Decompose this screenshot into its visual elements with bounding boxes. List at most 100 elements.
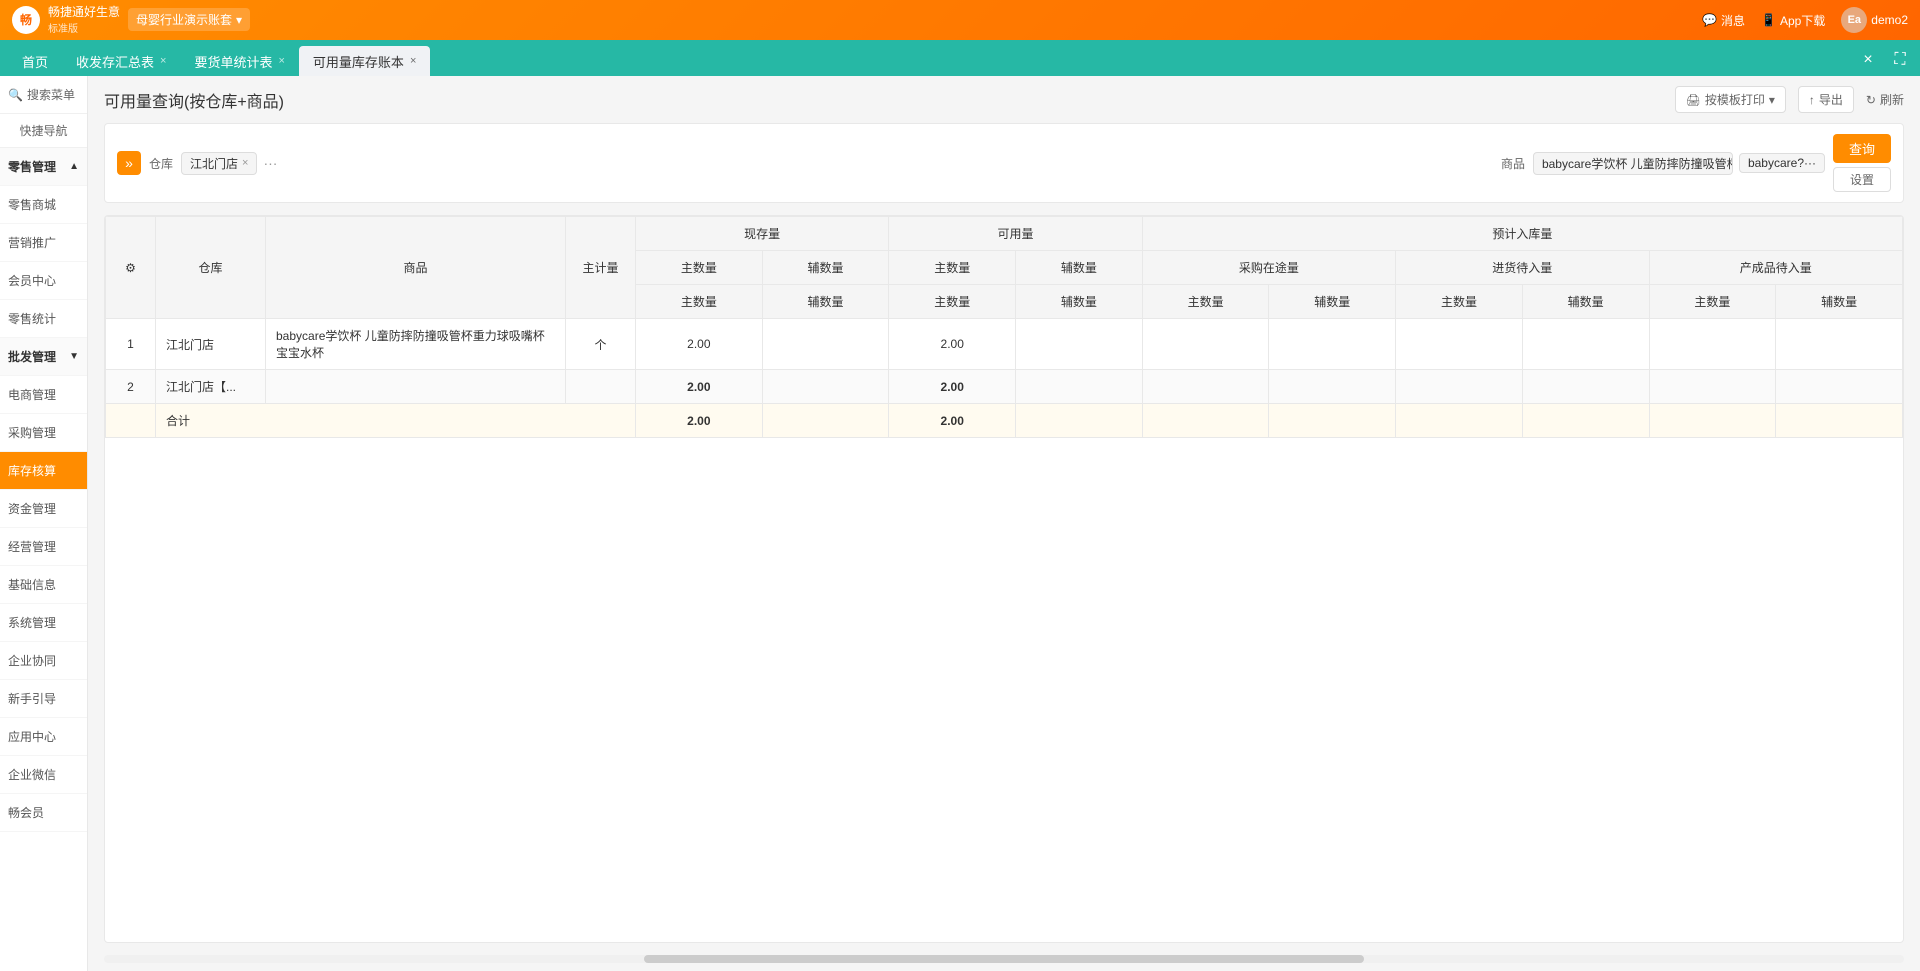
warehouse-tag-text: 江北门店 bbox=[190, 155, 238, 172]
tab-receipt-close-icon[interactable]: × bbox=[160, 55, 166, 67]
sidebar-item-wholesale[interactable]: 批发管理 ▼ bbox=[0, 338, 87, 376]
query-button[interactable]: 查询 bbox=[1833, 134, 1891, 163]
window-maximize-button[interactable]: ⛶ bbox=[1888, 48, 1912, 72]
summary-pp-main bbox=[1396, 404, 1523, 438]
filter-more-icon[interactable]: ··· bbox=[263, 155, 277, 171]
sidebar-item-marketing-label: 营销推广 bbox=[8, 234, 56, 251]
warehouse-tag-remove-icon[interactable]: × bbox=[242, 157, 248, 169]
sidebar-item-marketing[interactable]: 营销推广 bbox=[0, 224, 87, 262]
window-close-button[interactable]: × bbox=[1856, 48, 1880, 72]
row1-avail-main: 2.00 bbox=[889, 319, 1016, 370]
sidebar-item-ecom-label: 电商管理 bbox=[8, 386, 56, 403]
summary-label: 合计 bbox=[156, 404, 636, 438]
sidebar-item-enterprise[interactable]: 企业协同 bbox=[0, 642, 87, 680]
sidebar-item-purchase[interactable]: 采购管理 bbox=[0, 414, 87, 452]
row2-warehouse: 江北门店【... bbox=[156, 370, 266, 404]
col-header-available: 可用量 bbox=[889, 217, 1142, 251]
sidebar-menu: 零售管理 ▲ 零售商城 营销推广 会员中心 零售统计 批发管理 ▼ 电商管理 bbox=[0, 148, 87, 832]
account-name: 母婴行业演示账套 bbox=[136, 11, 232, 28]
summary-current-aux bbox=[762, 404, 889, 438]
col-header-product: 商品 bbox=[266, 217, 566, 319]
tab-order-label: 要货单统计表 bbox=[194, 52, 272, 71]
tab-receipt-label: 收发存汇总表 bbox=[76, 52, 154, 71]
sidebar-item-enterprise-label: 企业协同 bbox=[8, 652, 56, 669]
col-header-purchase-transit: 采购在途量 bbox=[1142, 251, 1395, 285]
sidebar-item-member[interactable]: 会员中心 bbox=[0, 262, 87, 300]
col-sub-prod-main: 主数量 bbox=[1649, 285, 1776, 319]
sidebar-item-retail-mall-label: 零售商城 bbox=[8, 196, 56, 213]
row1-current-main: 2.00 bbox=[636, 319, 763, 370]
sidebar-item-new-guide-label: 新手引导 bbox=[8, 690, 56, 707]
col-sub-pp-main: 主数量 bbox=[1396, 285, 1523, 319]
tab-available-close-icon[interactable]: × bbox=[410, 55, 416, 67]
tab-order-summary[interactable]: 要货单统计表 × bbox=[180, 46, 298, 76]
horizontal-scrollbar[interactable] bbox=[104, 955, 1904, 963]
refresh-button[interactable]: ↻ 刷新 bbox=[1866, 91, 1904, 108]
product-tag-1-text: babycare学饮杯 儿童防摔防撞吸管杯重力球吸嘴杯宝宝水杯 bbox=[1542, 155, 1733, 172]
filter-toggle-button[interactable]: » bbox=[117, 151, 141, 175]
user-menu[interactable]: Ea demo2 bbox=[1841, 7, 1908, 33]
avatar: Ea bbox=[1841, 7, 1867, 33]
account-selector[interactable]: 母婴行业演示账套 ▾ bbox=[128, 8, 250, 31]
row1-avail-aux bbox=[1016, 319, 1143, 370]
message-label: 消息 bbox=[1721, 12, 1745, 29]
col-sub-current-main: 主数量 bbox=[636, 285, 763, 319]
top-bar: 畅 畅捷通好生意 标准版 母婴行业演示账套 ▾ 💬 消息 📱 App下载 Ea … bbox=[0, 0, 1920, 40]
col-sub-pp-aux: 辅数量 bbox=[1522, 285, 1649, 319]
sidebar-search[interactable]: 🔍 搜索菜单 bbox=[0, 76, 87, 114]
sidebar-item-system[interactable]: 系统管理 bbox=[0, 604, 87, 642]
page-header: 可用量查询(按仓库+商品) 🖨 按模板打印 ▾ ↑ 导出 ↻ 刷新 bbox=[88, 76, 1920, 123]
top-bar-right: 💬 消息 📱 App下载 Ea demo2 bbox=[1702, 7, 1908, 33]
export-button[interactable]: ↑ 导出 bbox=[1798, 86, 1854, 113]
filter-area: » 仓库 江北门店 × ··· 商品 babycare学饮杯 儿童防摔防撞吸管杯… bbox=[104, 123, 1904, 203]
sidebar-item-biz[interactable]: 经营管理 bbox=[0, 528, 87, 566]
message-icon: 💬 bbox=[1702, 13, 1717, 27]
sidebar-item-finance[interactable]: 资金管理 bbox=[0, 490, 87, 528]
sidebar-item-retail-mgmt-label: 零售管理 bbox=[8, 158, 56, 175]
sidebar-quick-nav[interactable]: 快捷导航 bbox=[0, 114, 87, 148]
sidebar-item-ecom[interactable]: 电商管理 bbox=[0, 376, 87, 414]
download-label: App下载 bbox=[1780, 12, 1825, 29]
sidebar-item-retail-stats-label: 零售统计 bbox=[8, 310, 56, 327]
top-bar-left: 畅 畅捷通好生意 标准版 母婴行业演示账套 ▾ bbox=[12, 5, 250, 34]
col-header-expected-in: 预计入库量 bbox=[1142, 217, 1902, 251]
col-header-purchase-pending: 进货待入量 bbox=[1396, 251, 1649, 285]
sidebar-item-app-center[interactable]: 应用中心 bbox=[0, 718, 87, 756]
row2-no: 2 bbox=[106, 370, 156, 404]
sidebar-item-vip[interactable]: 畅会员 bbox=[0, 794, 87, 832]
row2-avail-aux bbox=[1016, 370, 1143, 404]
export-icon: ↑ bbox=[1809, 93, 1815, 107]
sidebar-item-retail-mgmt[interactable]: 零售管理 ▲ bbox=[0, 148, 87, 186]
summary-prod-main bbox=[1649, 404, 1776, 438]
col-header-current-aux: 辅数量 bbox=[762, 251, 889, 285]
warehouse-filter-tags: 江北门店 × ··· bbox=[181, 152, 1493, 175]
app-download-button[interactable]: 📱 App下载 bbox=[1761, 12, 1825, 29]
sidebar-item-enterprise-wechat[interactable]: 企业微信 bbox=[0, 756, 87, 794]
row2-unit bbox=[566, 370, 636, 404]
sidebar-item-new-guide[interactable]: 新手引导 bbox=[0, 680, 87, 718]
scrollbar-thumb[interactable] bbox=[644, 955, 1364, 963]
col-header-settings[interactable]: ⚙ bbox=[106, 217, 156, 319]
tab-home-label: 首页 bbox=[22, 52, 48, 71]
row2-prod-aux bbox=[1776, 370, 1903, 404]
tab-available-ledger[interactable]: 可用量库存账本 × bbox=[299, 46, 430, 76]
setting-button[interactable]: 设置 bbox=[1833, 167, 1891, 192]
tab-home[interactable]: 首页 bbox=[8, 46, 62, 76]
sidebar-item-retail-stats[interactable]: 零售统计 bbox=[0, 300, 87, 338]
tab-receipt-summary[interactable]: 收发存汇总表 × bbox=[62, 46, 180, 76]
product-tag-1[interactable]: babycare学饮杯 儿童防摔防撞吸管杯重力球吸嘴杯宝宝水杯 × bbox=[1533, 152, 1733, 175]
tab-order-close-icon[interactable]: × bbox=[278, 55, 284, 67]
product-tag-2[interactable]: babycare?··· bbox=[1739, 153, 1825, 173]
row2-pp-aux bbox=[1522, 370, 1649, 404]
chevron-down-icon: ▾ bbox=[236, 13, 242, 27]
sidebar-item-inventory[interactable]: 库存核算 bbox=[0, 452, 87, 490]
main-layout: 🔍 搜索菜单 快捷导航 零售管理 ▲ 零售商城 营销推广 会员中心 零售统计 bbox=[0, 76, 1920, 971]
sidebar-item-basic[interactable]: 基础信息 bbox=[0, 566, 87, 604]
row1-pt-main bbox=[1142, 319, 1269, 370]
message-button[interactable]: 💬 消息 bbox=[1702, 12, 1745, 29]
sidebar-item-retail-mall[interactable]: 零售商城 bbox=[0, 186, 87, 224]
warehouse-tag[interactable]: 江北门店 × bbox=[181, 152, 257, 175]
col-sub-prod-aux: 辅数量 bbox=[1776, 285, 1903, 319]
template-print-button[interactable]: 🖨 按模板打印 ▾ bbox=[1675, 86, 1786, 113]
row2-pt-aux bbox=[1269, 370, 1396, 404]
